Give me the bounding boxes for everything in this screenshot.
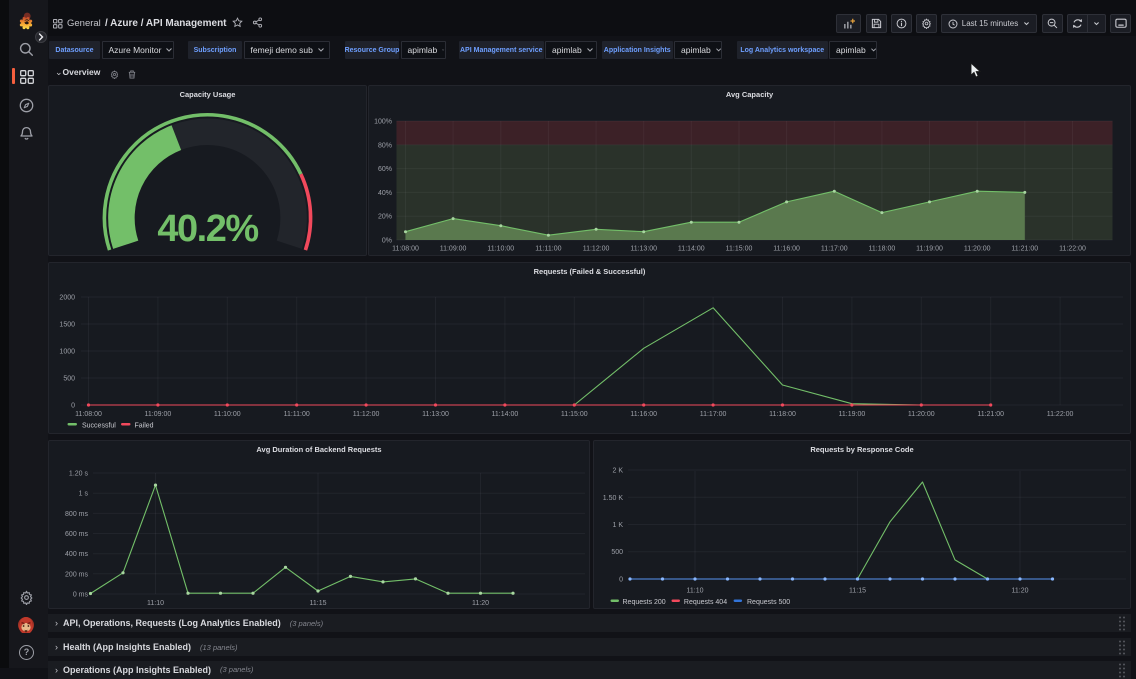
svg-text:Requests 500: Requests 500 bbox=[747, 599, 790, 606]
svg-text:11:21:00: 11:21:00 bbox=[1011, 246, 1038, 253]
svg-text:11:19:00: 11:19:00 bbox=[916, 246, 943, 253]
svg-text:11:11:00: 11:11:00 bbox=[284, 411, 310, 418]
svg-text:11:08:00: 11:08:00 bbox=[75, 411, 102, 418]
svg-text:11:08:00: 11:08:00 bbox=[392, 246, 419, 253]
svg-text:11:13:00: 11:13:00 bbox=[422, 411, 449, 418]
svg-text:0 ms: 0 ms bbox=[73, 592, 89, 599]
svg-text:80%: 80% bbox=[378, 142, 392, 149]
svg-text:11:22:00: 11:22:00 bbox=[1047, 411, 1074, 418]
svg-text:2 K: 2 K bbox=[612, 468, 623, 475]
svg-text:11:20:00: 11:20:00 bbox=[908, 411, 935, 418]
svg-text:0%: 0% bbox=[382, 238, 392, 245]
svg-text:0: 0 bbox=[619, 577, 623, 584]
svg-text:11:10:00: 11:10:00 bbox=[214, 411, 241, 418]
svg-text:500: 500 bbox=[611, 549, 623, 556]
svg-text:11:18:00: 11:18:00 bbox=[769, 411, 796, 418]
svg-text:1500: 1500 bbox=[59, 322, 75, 329]
svg-text:1.50 K: 1.50 K bbox=[603, 495, 624, 502]
svg-text:100%: 100% bbox=[374, 119, 392, 126]
svg-text:11:10: 11:10 bbox=[147, 600, 164, 607]
svg-text:Successful: Successful bbox=[82, 423, 116, 430]
svg-text:11:11:00: 11:11:00 bbox=[535, 246, 561, 253]
svg-text:0: 0 bbox=[71, 403, 75, 410]
svg-text:2000: 2000 bbox=[59, 295, 75, 302]
svg-text:11:20: 11:20 bbox=[472, 600, 489, 607]
svg-text:500: 500 bbox=[63, 376, 75, 383]
svg-text:11:13:00: 11:13:00 bbox=[630, 246, 657, 253]
svg-text:40.2%: 40.2% bbox=[157, 208, 258, 250]
svg-text:11:22:00: 11:22:00 bbox=[1059, 246, 1086, 253]
svg-text:400 ms: 400 ms bbox=[65, 551, 88, 558]
svg-text:11:12:00: 11:12:00 bbox=[583, 246, 610, 253]
svg-text:1 K: 1 K bbox=[612, 522, 623, 529]
svg-text:60%: 60% bbox=[378, 166, 392, 173]
svg-text:11:09:00: 11:09:00 bbox=[440, 246, 467, 253]
svg-text:11:15: 11:15 bbox=[849, 588, 866, 595]
svg-text:11:09:00: 11:09:00 bbox=[145, 411, 172, 418]
svg-text:1000: 1000 bbox=[59, 349, 75, 356]
svg-text:11:16:00: 11:16:00 bbox=[630, 411, 657, 418]
svg-text:11:15:00: 11:15:00 bbox=[726, 246, 753, 253]
svg-text:11:12:00: 11:12:00 bbox=[353, 411, 380, 418]
svg-text:11:17:00: 11:17:00 bbox=[821, 246, 848, 253]
svg-text:800 ms: 800 ms bbox=[65, 511, 88, 518]
svg-text:11:14:00: 11:14:00 bbox=[678, 246, 705, 253]
svg-text:Requests 200: Requests 200 bbox=[623, 599, 666, 606]
svg-text:40%: 40% bbox=[378, 190, 392, 197]
svg-text:Failed: Failed bbox=[135, 423, 154, 430]
svg-text:11:19:00: 11:19:00 bbox=[839, 411, 866, 418]
svg-text:200 ms: 200 ms bbox=[65, 571, 88, 578]
svg-text:1.20 s: 1.20 s bbox=[69, 471, 89, 478]
svg-text:11:16:00: 11:16:00 bbox=[773, 246, 800, 253]
svg-text:1 s: 1 s bbox=[79, 491, 89, 498]
svg-text:11:15: 11:15 bbox=[310, 600, 327, 607]
svg-text:11:10:00: 11:10:00 bbox=[487, 246, 514, 253]
svg-text:11:18:00: 11:18:00 bbox=[869, 246, 896, 253]
svg-text:11:20:00: 11:20:00 bbox=[964, 246, 991, 253]
svg-text:20%: 20% bbox=[378, 214, 392, 221]
svg-text:600 ms: 600 ms bbox=[65, 531, 88, 538]
svg-text:11:20: 11:20 bbox=[1012, 588, 1029, 595]
svg-text:11:14:00: 11:14:00 bbox=[492, 411, 519, 418]
svg-text:Requests 404: Requests 404 bbox=[684, 599, 727, 606]
svg-text:11:10: 11:10 bbox=[687, 588, 704, 595]
svg-text:11:21:00: 11:21:00 bbox=[977, 411, 1004, 418]
svg-text:11:15:00: 11:15:00 bbox=[561, 411, 588, 418]
svg-text:11:17:00: 11:17:00 bbox=[700, 411, 727, 418]
